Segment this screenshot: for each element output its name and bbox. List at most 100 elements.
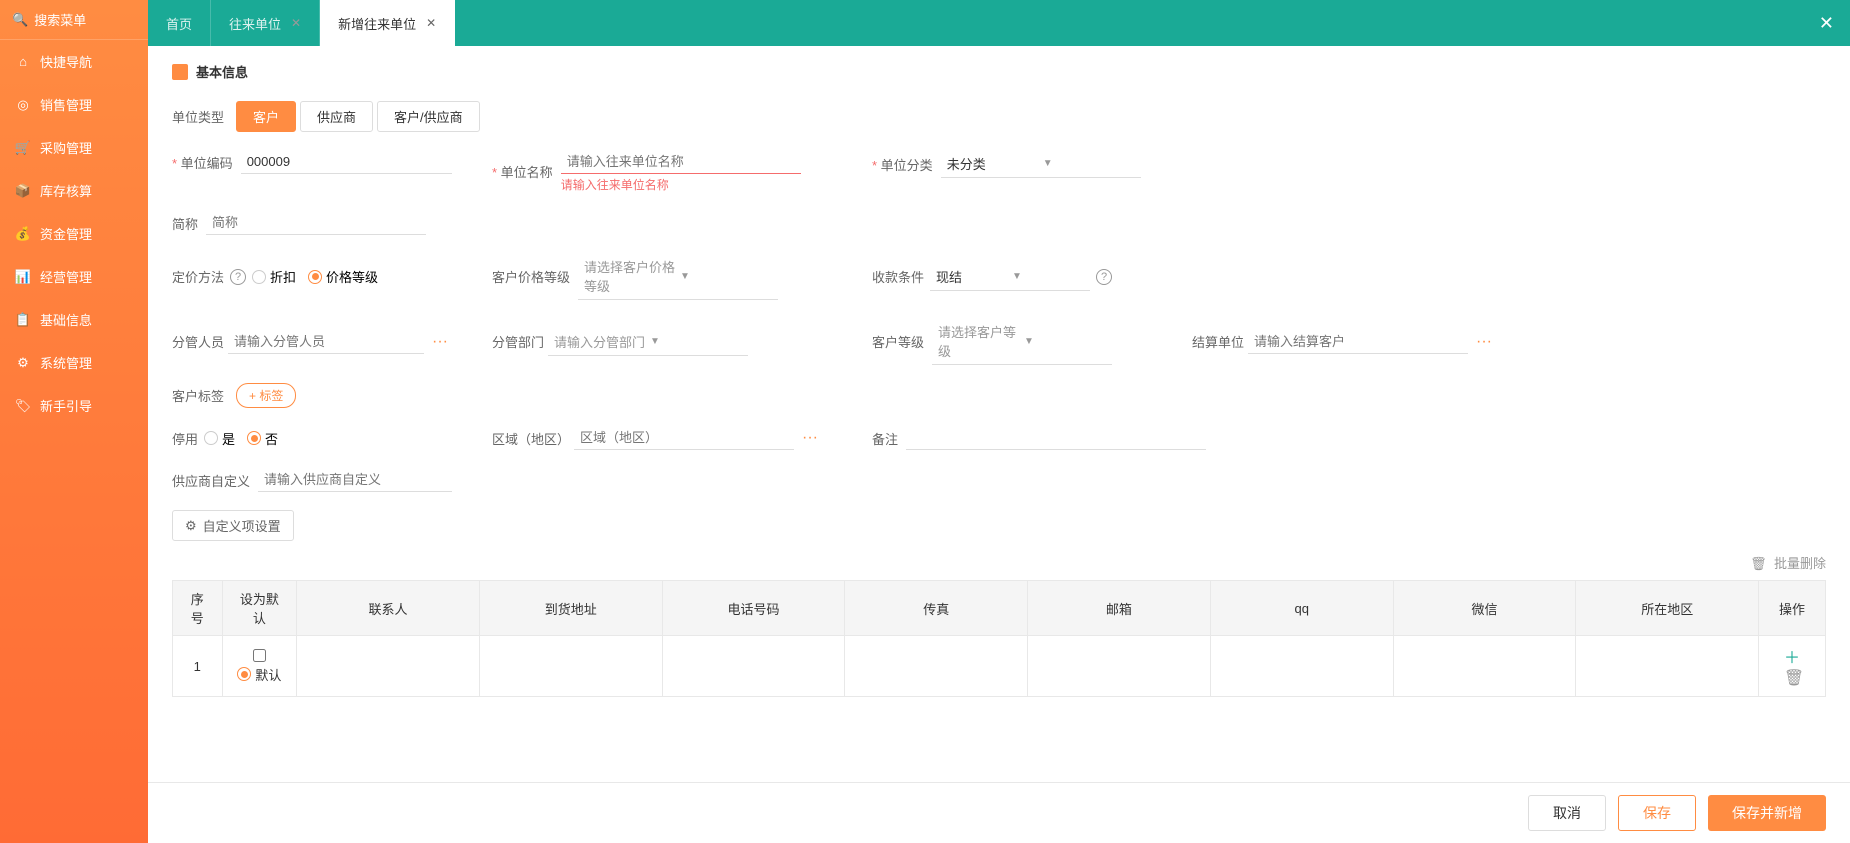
payment-terms-select[interactable]: 现结 ▼ bbox=[930, 263, 1090, 291]
row-contact[interactable] bbox=[297, 636, 480, 697]
row-wechat[interactable] bbox=[1393, 636, 1576, 697]
row-address[interactable] bbox=[479, 636, 662, 697]
unit-type-group: 客户 供应商 客户/供应商 bbox=[236, 101, 480, 132]
col-address: 到货地址 bbox=[479, 581, 662, 636]
batch-delete-icon: 🗑 bbox=[1750, 556, 1767, 571]
short-name-field: 简称 bbox=[172, 211, 452, 235]
btn-both[interactable]: 客户/供应商 bbox=[377, 101, 480, 132]
row-default-radio[interactable]: 默认 bbox=[235, 665, 285, 684]
radio-disable-no[interactable]: 否 bbox=[247, 429, 278, 448]
section-icon bbox=[172, 64, 188, 80]
main-area: 首页 往来单位 ✕ 新增往来单位 ✕ ✕ 基本信息 单位类型 客户 供应商 客户… bbox=[148, 0, 1850, 843]
row-qq[interactable] bbox=[1210, 636, 1393, 697]
batch-delete-label[interactable]: 批量删除 bbox=[1774, 556, 1826, 571]
save-button[interactable]: 保存 bbox=[1618, 795, 1696, 831]
row-add-button[interactable]: ＋ bbox=[1784, 650, 1800, 667]
row-wechat-input[interactable] bbox=[1406, 659, 1564, 674]
col-default: 设为默认 bbox=[222, 581, 297, 636]
customer-price-arrow: ▼ bbox=[680, 271, 772, 282]
supplier-custom-input[interactable] bbox=[258, 468, 452, 492]
row-qq-input[interactable] bbox=[1223, 659, 1381, 674]
btn-customer[interactable]: 客户 bbox=[236, 101, 296, 132]
basic-icon: 📋 bbox=[14, 311, 32, 329]
cancel-button[interactable]: 取消 bbox=[1528, 795, 1606, 831]
tab-home[interactable]: 首页 bbox=[148, 0, 211, 46]
tab-partners[interactable]: 往来单位 ✕ bbox=[211, 0, 320, 46]
finance-icon: 💰 bbox=[14, 225, 32, 243]
name-label: 单位名称 bbox=[492, 162, 553, 181]
close-new-partner-tab[interactable]: ✕ bbox=[426, 16, 436, 30]
customer-level-placeholder: 请选择客户等级 bbox=[938, 322, 1020, 360]
sidebar-item-quick-nav[interactable]: ⌂ 快捷导航 bbox=[0, 40, 148, 83]
row-checkbox[interactable]: 默认 bbox=[222, 636, 297, 697]
row-fax-input[interactable] bbox=[857, 659, 1015, 674]
save-new-button[interactable]: 保存并新增 bbox=[1708, 795, 1826, 831]
custom-setting-button[interactable]: ⚙ 自定义项设置 bbox=[172, 510, 294, 541]
settle-unit-label: 结算单位 bbox=[1192, 332, 1244, 351]
customer-price-select[interactable]: 请选择客户价格等级 ▼ bbox=[578, 253, 778, 300]
row-email[interactable] bbox=[1028, 636, 1211, 697]
sidebar-label-sales: 销售管理 bbox=[40, 95, 92, 114]
sidebar-label-basic: 基础信息 bbox=[40, 310, 92, 329]
manager-input[interactable] bbox=[228, 330, 424, 354]
sidebar-item-finance[interactable]: 💰 资金管理 bbox=[0, 212, 148, 255]
sidebar-item-system[interactable]: ⚙ 系统管理 bbox=[0, 341, 148, 384]
sidebar-label-system: 系统管理 bbox=[40, 353, 92, 372]
row-email-input[interactable] bbox=[1040, 659, 1198, 674]
region-more-btn[interactable]: ··· bbox=[798, 429, 822, 447]
region-input[interactable] bbox=[574, 426, 794, 450]
row-phone-input[interactable] bbox=[675, 659, 833, 674]
remark-input[interactable] bbox=[906, 426, 1206, 450]
remark-label: 备注 bbox=[872, 429, 898, 448]
radio-price-level[interactable]: 价格等级 bbox=[308, 267, 378, 286]
sidebar-item-basic[interactable]: 📋 基础信息 bbox=[0, 298, 148, 341]
row-region[interactable] bbox=[1576, 636, 1759, 697]
code-label: 单位编码 bbox=[172, 153, 233, 172]
close-window-button[interactable]: ✕ bbox=[1803, 13, 1850, 34]
pricing-help-icon[interactable]: ? bbox=[230, 269, 246, 285]
settle-unit-input[interactable] bbox=[1248, 330, 1468, 354]
row-contact-input[interactable] bbox=[309, 659, 467, 674]
name-input[interactable] bbox=[561, 150, 801, 174]
customer-price-placeholder: 请选择客户价格等级 bbox=[584, 257, 676, 295]
disable-label: 停用 bbox=[172, 429, 198, 448]
supplier-custom-label: 供应商自定义 bbox=[172, 471, 250, 490]
row-region-input[interactable] bbox=[1588, 659, 1746, 674]
row-action[interactable]: ＋ 🗑 bbox=[1759, 636, 1826, 697]
manager-more-btn[interactable]: ··· bbox=[428, 333, 452, 351]
customer-price-label: 客户价格等级 bbox=[492, 267, 570, 286]
row-phone[interactable] bbox=[662, 636, 845, 697]
short-name-input[interactable] bbox=[206, 211, 426, 235]
sidebar-item-sales[interactable]: ◎ 销售管理 bbox=[0, 83, 148, 126]
category-arrow: ▼ bbox=[1043, 158, 1135, 169]
radio-discount[interactable]: 折扣 bbox=[252, 267, 296, 286]
payment-terms-label: 收款条件 bbox=[872, 267, 924, 286]
category-select[interactable]: 未分类 ▼ bbox=[941, 150, 1141, 178]
custom-setting-label: 自定义项设置 bbox=[203, 516, 281, 535]
customer-level-select[interactable]: 请选择客户等级 ▼ bbox=[932, 318, 1112, 365]
sidebar-item-guide[interactable]: 🏷 新手引导 bbox=[0, 384, 148, 427]
col-index: 序号 bbox=[173, 581, 223, 636]
row-select-checkbox[interactable] bbox=[253, 649, 266, 662]
dept-select[interactable]: 请输入分管部门 ▼ bbox=[548, 328, 748, 356]
short-name-label: 简称 bbox=[172, 214, 198, 233]
tab-new-partner[interactable]: 新增往来单位 ✕ bbox=[320, 0, 455, 46]
sidebar-item-purchase[interactable]: 🛒 采购管理 bbox=[0, 126, 148, 169]
close-partners-tab[interactable]: ✕ bbox=[291, 16, 301, 30]
payment-terms-help-icon[interactable]: ? bbox=[1096, 269, 1112, 285]
search-menu-item[interactable]: 🔍 搜索菜单 bbox=[0, 0, 148, 40]
unit-type-label: 单位类型 bbox=[172, 107, 224, 126]
settle-unit-more-btn[interactable]: ··· bbox=[1472, 333, 1496, 351]
row-delete-button[interactable]: 🗑 bbox=[1784, 670, 1804, 687]
sidebar-item-inventory[interactable]: 📦 库存核算 bbox=[0, 169, 148, 212]
code-input[interactable] bbox=[241, 150, 452, 174]
row-address-input[interactable] bbox=[492, 659, 650, 674]
sidebar-item-management[interactable]: 📊 经营管理 bbox=[0, 255, 148, 298]
btn-supplier[interactable]: 供应商 bbox=[300, 101, 373, 132]
add-tag-button[interactable]: + 标签 bbox=[236, 383, 296, 408]
tab-partners-label: 往来单位 bbox=[229, 14, 281, 33]
radio-disable-yes[interactable]: 是 bbox=[204, 429, 235, 448]
row-fax[interactable] bbox=[845, 636, 1028, 697]
gear-icon: ⚙ bbox=[185, 518, 197, 534]
guide-icon: 🏷 bbox=[14, 397, 32, 415]
